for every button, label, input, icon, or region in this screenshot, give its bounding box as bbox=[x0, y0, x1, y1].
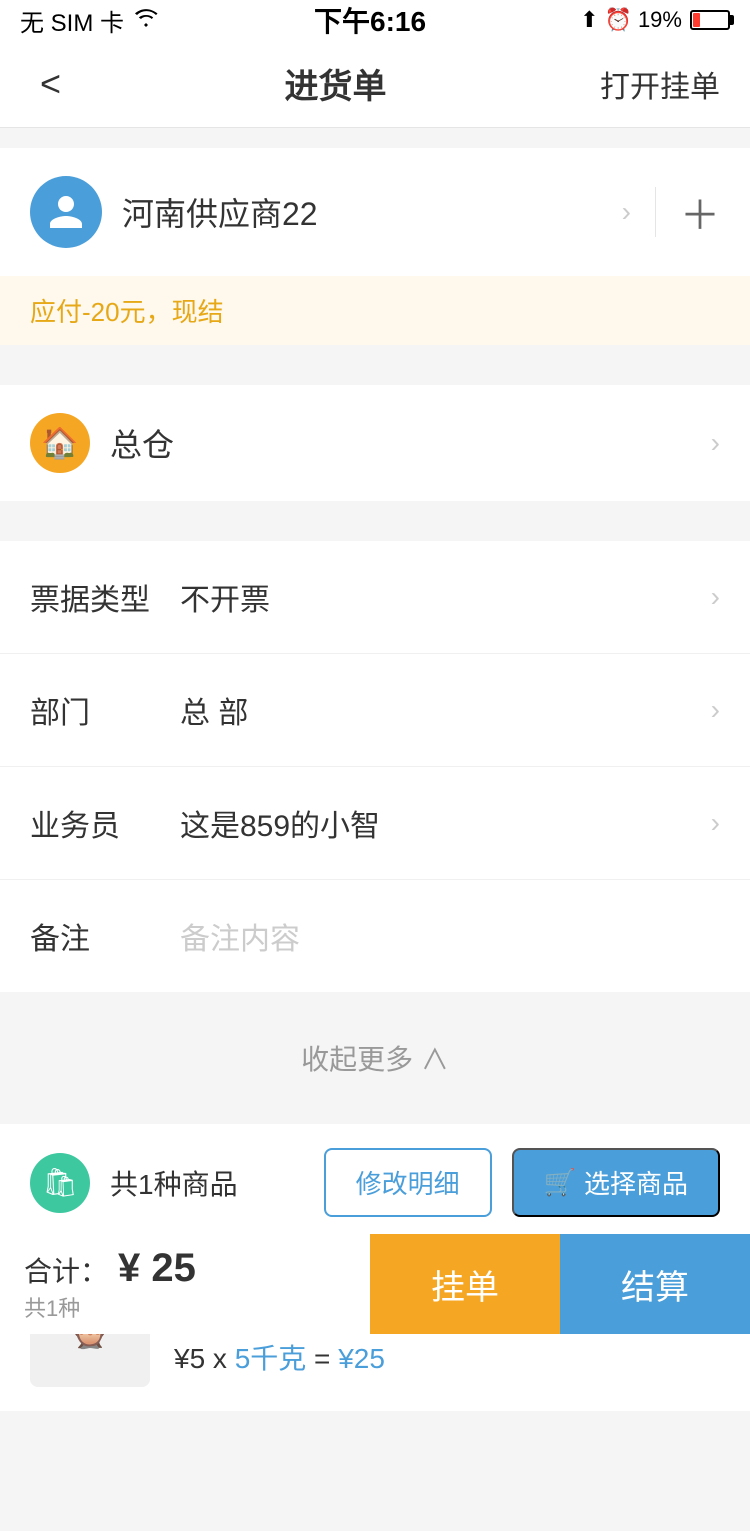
pending-button[interactable]: 挂单 bbox=[370, 1234, 560, 1334]
battery-percent: 19% bbox=[638, 7, 682, 33]
salesman-chevron-icon: › bbox=[711, 807, 720, 839]
supplier-card: 河南供应商22 › ＋ 应付-20元，现结 bbox=[0, 148, 750, 345]
department-value: 总 部 bbox=[150, 688, 711, 732]
total-amount: ¥ 25 bbox=[118, 1246, 196, 1291]
back-button[interactable]: < bbox=[30, 53, 71, 115]
salesman-value: 这是859的小智 bbox=[150, 801, 711, 845]
battery-icon bbox=[690, 10, 730, 30]
notice-text: 应付-20元，现结 bbox=[30, 297, 224, 327]
invoice-type-label: 票据类型 bbox=[30, 575, 150, 619]
equals: = bbox=[306, 1343, 338, 1374]
invoice-chevron-icon: › bbox=[711, 581, 720, 613]
quantity: 5千克 bbox=[235, 1343, 307, 1374]
form-section: 票据类型 不开票 › 部门 总 部 › 业务员 这是859的小智 › 备注 备注… bbox=[0, 541, 750, 992]
warehouse-chevron-icon: › bbox=[711, 427, 720, 459]
select-product-button[interactable]: 🛒 选择商品 bbox=[512, 1148, 720, 1217]
notice-bar: 应付-20元，现结 bbox=[0, 276, 750, 345]
section-gap-1 bbox=[0, 128, 750, 148]
products-count: 共1种商品 bbox=[110, 1163, 304, 1203]
select-product-icon: 🛒 bbox=[544, 1167, 576, 1198]
open-pending-button[interactable]: 打开挂单 bbox=[600, 62, 720, 106]
nav-bar: < 进货单 打开挂单 bbox=[0, 40, 750, 128]
footer: 合计： ¥ 25 共1种 挂单 结算 bbox=[0, 1234, 750, 1334]
supplier-avatar bbox=[30, 176, 102, 248]
department-label: 部门 bbox=[30, 688, 150, 732]
location-icon: ⬆ bbox=[580, 7, 598, 33]
edit-detail-button[interactable]: 修改明细 bbox=[324, 1148, 492, 1217]
supplier-name: 河南供应商22 bbox=[122, 189, 622, 235]
person-icon bbox=[46, 192, 86, 232]
remark-input[interactable]: 备注内容 bbox=[150, 914, 720, 958]
select-product-label: 选择商品 bbox=[584, 1164, 688, 1201]
status-bar: 无 SIM 卡 下午6:16 ⬆ ⏰ 19% bbox=[0, 0, 750, 40]
products-icon: 🛍 bbox=[30, 1153, 90, 1213]
section-gap-3 bbox=[0, 501, 750, 521]
product-price: ¥5 x 5千克 = ¥25 bbox=[174, 1337, 642, 1377]
section-gap-2 bbox=[0, 345, 750, 365]
salesman-row[interactable]: 业务员 这是859的小智 › bbox=[0, 767, 750, 880]
carrier-label: 无 SIM 卡 bbox=[20, 3, 124, 38]
total-count: 共1种 bbox=[24, 1291, 346, 1323]
cart-icon: 🛍 bbox=[42, 1166, 78, 1199]
products-header: 🛍 共1种商品 修改明细 🛒 选择商品 bbox=[0, 1124, 750, 1241]
alarm-icon: ⏰ bbox=[605, 7, 632, 33]
vertical-divider bbox=[655, 187, 656, 237]
wifi-icon bbox=[132, 6, 160, 34]
footer-placeholder bbox=[0, 1431, 750, 1531]
unit-price: ¥5 x bbox=[174, 1343, 235, 1374]
warehouse-name: 总仓 bbox=[110, 420, 711, 466]
status-left: 无 SIM 卡 bbox=[20, 3, 160, 38]
warehouse-icon: 🏠 bbox=[30, 413, 90, 473]
total-row: 合计： ¥ 25 bbox=[24, 1246, 346, 1291]
house-icon: 🏠 bbox=[41, 426, 78, 461]
department-chevron-icon: › bbox=[711, 694, 720, 726]
warehouse-row[interactable]: 🏠 总仓 › bbox=[0, 385, 750, 501]
status-right: ⬆ ⏰ 19% bbox=[580, 7, 730, 33]
remark-row[interactable]: 备注 备注内容 bbox=[0, 880, 750, 992]
page-title: 进货单 bbox=[285, 59, 387, 108]
footer-spacer bbox=[0, 1411, 750, 1431]
remark-label: 备注 bbox=[30, 914, 150, 958]
supplier-chevron-icon: › bbox=[622, 196, 631, 228]
collapse-button[interactable]: 收起更多 ∧ bbox=[0, 1012, 750, 1104]
supplier-row[interactable]: 河南供应商22 › ＋ bbox=[0, 148, 750, 276]
department-row[interactable]: 部门 总 部 › bbox=[0, 654, 750, 767]
status-time: 下午6:16 bbox=[314, 0, 426, 40]
salesman-label: 业务员 bbox=[30, 801, 150, 845]
footer-total: 合计： ¥ 25 共1种 bbox=[0, 1234, 370, 1334]
add-supplier-button[interactable]: ＋ bbox=[680, 183, 720, 241]
invoice-type-row[interactable]: 票据类型 不开票 › bbox=[0, 541, 750, 654]
settle-button[interactable]: 结算 bbox=[560, 1234, 750, 1334]
total-label: 合计： bbox=[24, 1250, 108, 1290]
total-price: ¥25 bbox=[338, 1343, 385, 1374]
section-gap-4 bbox=[0, 1104, 750, 1124]
warehouse-card[interactable]: 🏠 总仓 › bbox=[0, 385, 750, 501]
invoice-type-value: 不开票 bbox=[150, 575, 711, 619]
